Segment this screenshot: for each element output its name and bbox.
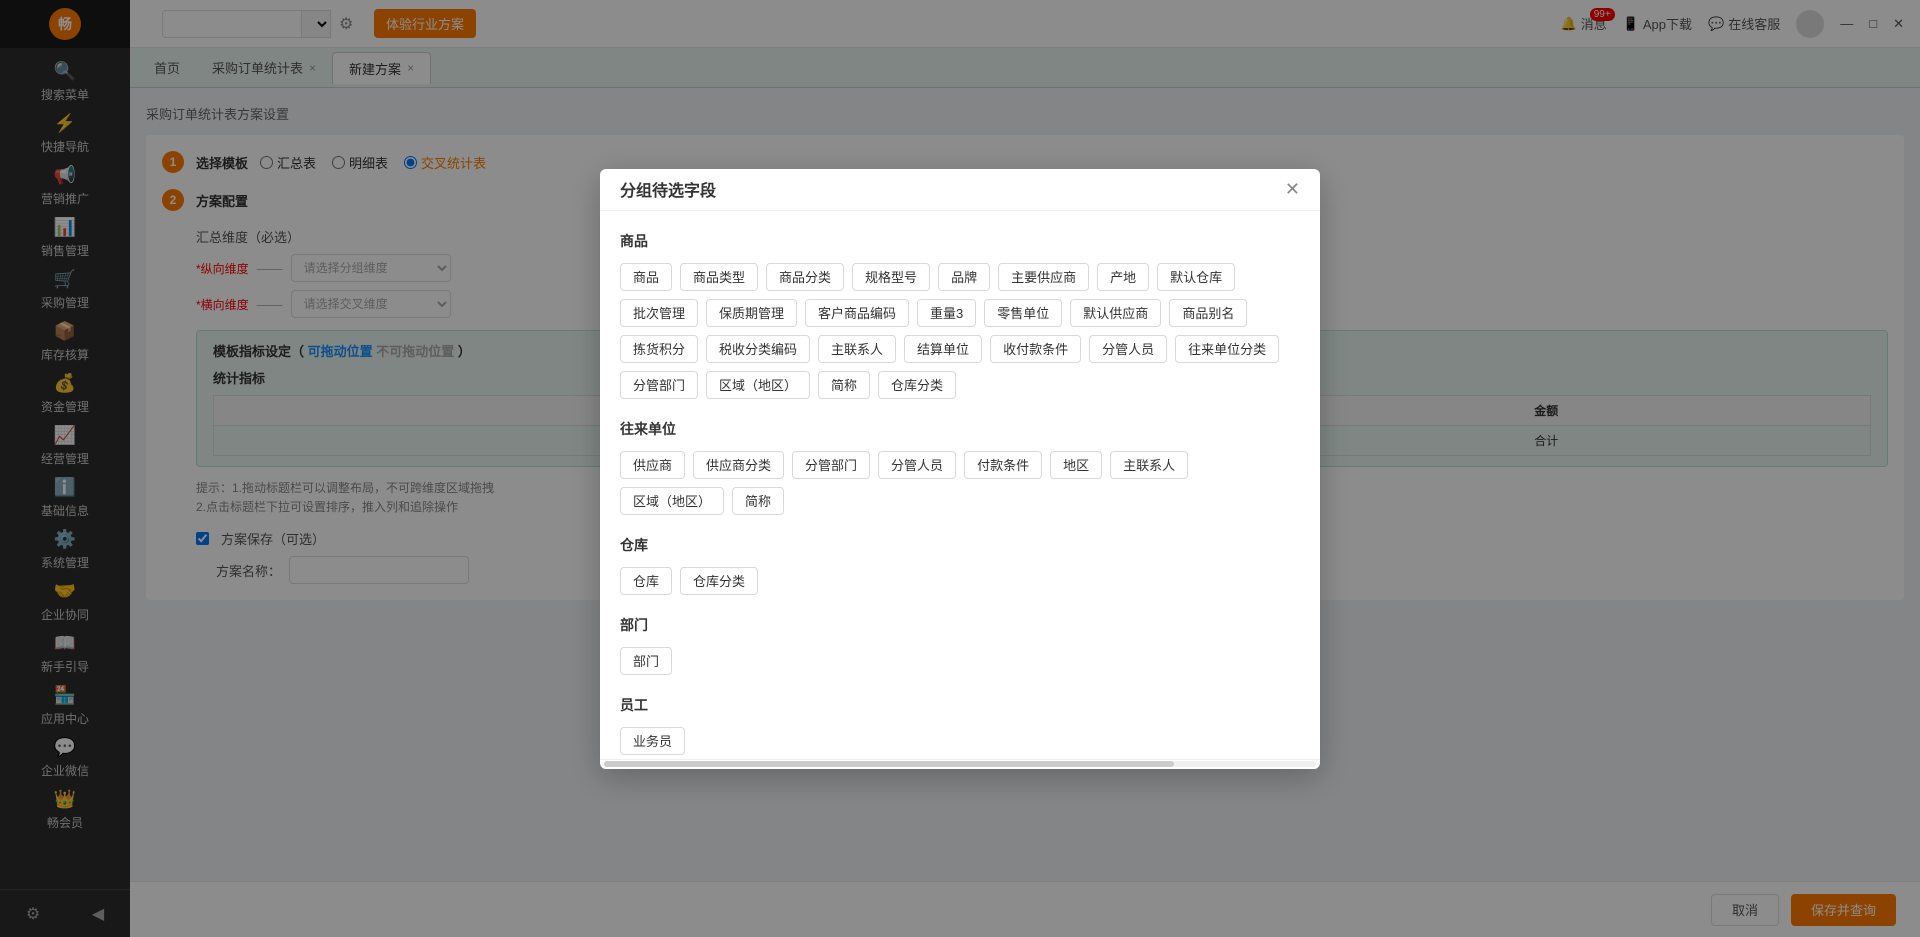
field-tag-分管部门[interactable]: 分管部门: [792, 451, 870, 479]
section-title-department: 部门: [620, 615, 1300, 635]
field-tag-分管人员[interactable]: 分管人员: [1089, 335, 1167, 363]
field-tag-简称[interactable]: 简称: [818, 371, 870, 399]
field-section-department: 部门部门: [620, 615, 1300, 675]
field-tag-分管人员[interactable]: 分管人员: [878, 451, 956, 479]
modal-overlay: 分组待选字段 ✕ 商品商品商品类型商品分类规格型号品牌主要供应商产地默认仓库批次…: [0, 0, 1920, 937]
field-tag-供应商分类[interactable]: 供应商分类: [693, 451, 784, 479]
field-tag-品牌[interactable]: 品牌: [938, 263, 990, 291]
modal-header: 分组待选字段 ✕: [600, 169, 1320, 211]
modal-title: 分组待选字段: [620, 177, 716, 201]
field-section-warehouse: 仓库仓库仓库分类: [620, 535, 1300, 595]
field-tag-税收分类编码[interactable]: 税收分类编码: [706, 335, 810, 363]
field-tag-重量3[interactable]: 重量3: [917, 299, 976, 327]
section-title-product: 商品: [620, 231, 1300, 251]
field-tag-规格型号[interactable]: 规格型号: [852, 263, 930, 291]
field-grid-product: 商品商品类型商品分类规格型号品牌主要供应商产地默认仓库批次管理保质期管理客户商品…: [620, 263, 1300, 399]
section-title-warehouse: 仓库: [620, 535, 1300, 555]
field-tag-仓库分类[interactable]: 仓库分类: [680, 567, 758, 595]
field-tag-零售单位[interactable]: 零售单位: [984, 299, 1062, 327]
field-tag-主联系人[interactable]: 主联系人: [818, 335, 896, 363]
field-tag-结算单位[interactable]: 结算单位: [904, 335, 982, 363]
field-tag-地区[interactable]: 地区: [1050, 451, 1102, 479]
field-section-product: 商品商品商品类型商品分类规格型号品牌主要供应商产地默认仓库批次管理保质期管理客户…: [620, 231, 1300, 399]
field-tag-业务员[interactable]: 业务员: [620, 727, 685, 755]
h-scroll-track: [604, 761, 1316, 767]
field-tag-客户商品编码[interactable]: 客户商品编码: [805, 299, 909, 327]
h-scroll-thumb[interactable]: [604, 761, 1174, 767]
field-tag-商品[interactable]: 商品: [620, 263, 672, 291]
field-tag-简称[interactable]: 简称: [732, 487, 784, 515]
modal: 分组待选字段 ✕ 商品商品商品类型商品分类规格型号品牌主要供应商产地默认仓库批次…: [600, 169, 1320, 769]
field-grid-employee: 业务员: [620, 727, 1300, 755]
modal-footer-scroll: [600, 759, 1320, 769]
field-tag-收付款条件[interactable]: 收付款条件: [990, 335, 1081, 363]
field-section-employee: 员工业务员: [620, 695, 1300, 755]
field-tag-主要供应商[interactable]: 主要供应商: [998, 263, 1089, 291]
section-title-partner: 往来单位: [620, 419, 1300, 439]
field-grid-warehouse: 仓库仓库分类: [620, 567, 1300, 595]
field-tag-商品分类[interactable]: 商品分类: [766, 263, 844, 291]
field-tag-分管部门[interactable]: 分管部门: [620, 371, 698, 399]
field-tag-区域（地区）[interactable]: 区域（地区）: [620, 487, 724, 515]
section-title-employee: 员工: [620, 695, 1300, 715]
field-tag-仓库[interactable]: 仓库: [620, 567, 672, 595]
field-tag-供应商[interactable]: 供应商: [620, 451, 685, 479]
field-tag-商品别名[interactable]: 商品别名: [1169, 299, 1247, 327]
field-section-partner: 往来单位供应商供应商分类分管部门分管人员付款条件地区主联系人区域（地区） 简称: [620, 419, 1300, 515]
field-tag-批次管理[interactable]: 批次管理: [620, 299, 698, 327]
field-grid-partner: 供应商供应商分类分管部门分管人员付款条件地区主联系人区域（地区） 简称: [620, 451, 1300, 515]
field-tag-往来单位分类[interactable]: 往来单位分类: [1175, 335, 1279, 363]
field-tag-区域（地区）[interactable]: 区域（地区）: [706, 371, 810, 399]
field-tag-默认供应商[interactable]: 默认供应商: [1070, 299, 1161, 327]
field-tag-商品类型[interactable]: 商品类型: [680, 263, 758, 291]
field-tag-保质期管理[interactable]: 保质期管理: [706, 299, 797, 327]
field-tag-产地[interactable]: 产地: [1097, 263, 1149, 291]
modal-body: 商品商品商品类型商品分类规格型号品牌主要供应商产地默认仓库批次管理保质期管理客户…: [600, 211, 1320, 759]
field-tag-仓库分类[interactable]: 仓库分类: [878, 371, 956, 399]
field-tag-部门[interactable]: 部门: [620, 647, 672, 675]
field-tag-拣货积分[interactable]: 拣货积分: [620, 335, 698, 363]
field-tag-主联系人[interactable]: 主联系人: [1110, 451, 1188, 479]
field-tag-付款条件[interactable]: 付款条件: [964, 451, 1042, 479]
modal-close-button[interactable]: ✕: [1285, 179, 1300, 200]
field-grid-department: 部门: [620, 647, 1300, 675]
field-tag-默认仓库[interactable]: 默认仓库: [1157, 263, 1235, 291]
